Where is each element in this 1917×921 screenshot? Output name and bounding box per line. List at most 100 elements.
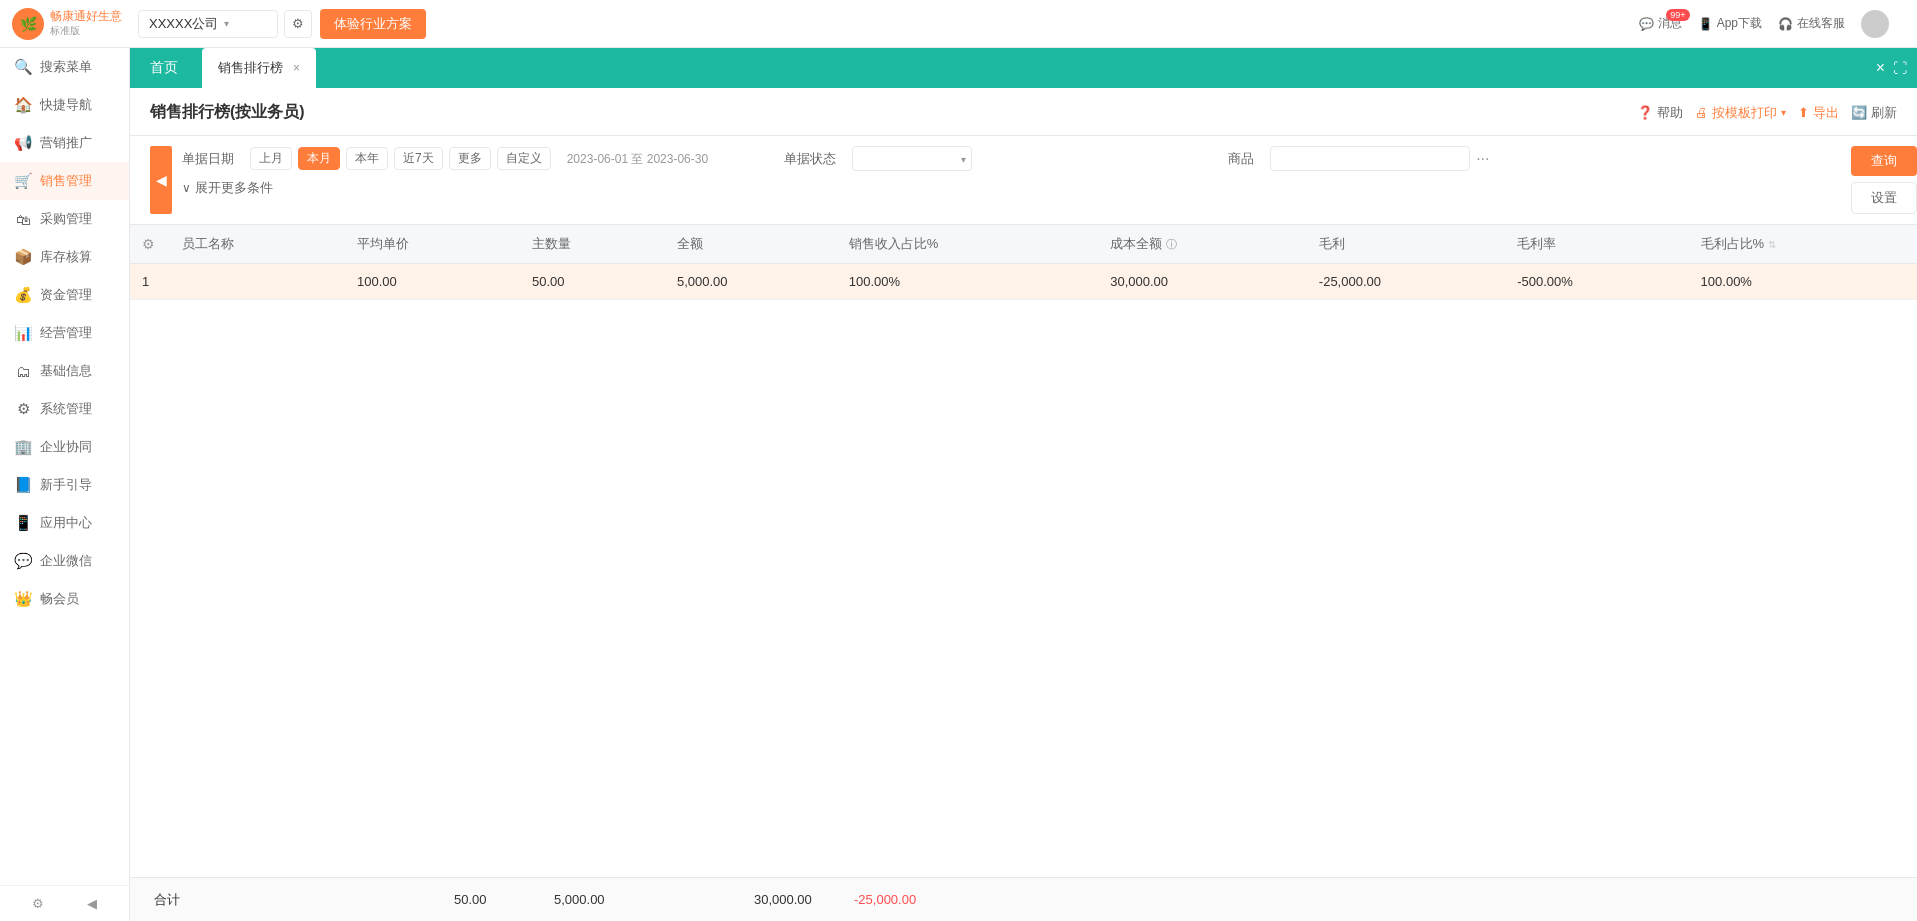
tab-home[interactable]: 首页 [130,48,198,88]
page-title: 销售排行榜(按业务员) [150,102,305,123]
sort-icon[interactable]: ⇅ [1768,239,1776,250]
sidebar-label-enterprise: 企业协同 [40,438,92,456]
table-header-row: ⚙ 员工名称 平均单价 主数量 全额 销售收入占比% 成本全额 ⓘ 毛 [130,225,1917,264]
th-name: 员工名称 [170,225,345,264]
sidebar-item-apps[interactable]: 📱 应用中心 [0,504,129,542]
date-btn-custom[interactable]: 自定义 [497,147,551,170]
guide-icon: 📘 [14,476,32,494]
sidebar-item-inventory[interactable]: 📦 库存核算 [0,238,129,276]
operations-icon: 📊 [14,324,32,342]
logo-sub: 标准版 [50,24,122,38]
goods-filter-area: ··· [1270,146,1489,171]
sidebar-label-inventory: 库存核算 [40,248,92,266]
th-cost: 成本全额 ⓘ [1098,225,1307,264]
tab-close-icon[interactable]: × [293,61,300,75]
tab-label-sales-ranking: 销售排行榜 [218,59,283,77]
status-select[interactable] [852,146,972,171]
th-gross-pct: 毛利占比% ⇅ [1689,225,1917,264]
export-button[interactable]: ⬆ 导出 [1798,104,1839,122]
date-btn-this-month[interactable]: 本月 [298,147,340,170]
finance-icon: 💰 [14,286,32,304]
tab-close-all-button[interactable]: × [1876,59,1885,77]
date-btn-more[interactable]: 更多 [449,147,491,170]
industry-button[interactable]: 体验行业方案 [320,9,426,39]
tab-sales-ranking[interactable]: 销售排行榜 × [202,48,316,88]
sidebar-item-system[interactable]: ⚙ 系统管理 [0,390,129,428]
sidebar-item-quick-nav[interactable]: 🏠 快捷导航 [0,86,129,124]
sidebar-item-purchase[interactable]: 🛍 采购管理 [0,200,129,238]
sidebar-item-guide[interactable]: 📘 新手引导 [0,466,129,504]
cost-info-icon[interactable]: ⓘ [1166,238,1177,250]
sidebar-label-marketing: 营销推广 [40,134,92,152]
logo-text: 畅康通好生意 [50,9,122,25]
top-right-area: 💬 消息 99+ 📱 App下载 🎧 在线客服 [1639,10,1905,38]
settings-icon[interactable]: ⚙ [284,10,312,38]
sidebar-item-wechat[interactable]: 💬 企业微信 [0,542,129,580]
page-header: 销售排行榜(按业务员) ❓ 帮助 🖨 按模板打印 ▾ [130,88,1917,136]
th-gross-rate: 毛利率 [1505,225,1688,264]
expand-filter-label: 展开更多条件 [195,179,273,197]
td-cost: 30,000.00 [1098,264,1307,300]
date-range-display: 2023-06-01 至 2023-06-30 [567,151,708,168]
date-filter-label: 单据日期 [182,150,234,168]
chevron-down-icon: ▾ [224,18,229,29]
print-button[interactable]: 🖨 按模板打印 ▾ [1695,104,1786,122]
sidebar-item-enterprise[interactable]: 🏢 企业协同 [0,428,129,466]
td-gross: -25,000.00 [1307,264,1505,300]
expand-filter-button[interactable]: ∨ 展开更多条件 [182,179,1835,197]
goods-dots-button[interactable]: ··· [1476,150,1489,168]
sidebar-item-sales[interactable]: 🛒 销售管理 [0,162,129,200]
footer-total-row: 合计 50.00 5,000.00 30,000.00 -25,000.00 [142,891,1905,909]
td-qty: 50.00 [520,264,665,300]
company-name: XXXXX公司 [149,15,218,33]
refresh-icon: 🔄 [1851,105,1867,120]
td-sales-pct: 100.00% [837,264,1098,300]
app-download-button[interactable]: 📱 App下载 [1698,15,1762,32]
sidebar-collapse-icon[interactable]: ◀ [87,896,97,911]
date-btn-this-year[interactable]: 本年 [346,147,388,170]
footer-gross: -25,000.00 [842,892,942,907]
filter-section: ◀ 单据日期 上月 本月 本年 近7天 更多 自定义 [130,136,1917,225]
help-button[interactable]: ❓ 帮助 [1637,104,1683,122]
date-btn-7days[interactable]: 近7天 [394,147,443,170]
sidebar-item-search[interactable]: 🔍 搜索菜单 [0,48,129,86]
td-gross-rate: -500.00% [1505,264,1688,300]
query-buttons: 查询 设置 [1851,146,1917,214]
th-amount: 全额 [665,225,837,264]
print-dropdown-icon: ▾ [1781,107,1786,118]
sidebar-settings-icon[interactable]: ⚙ [32,896,44,911]
headset-icon: 🎧 [1778,17,1793,31]
sidebar-item-member[interactable]: 👑 畅会员 [0,580,129,618]
sidebar-item-operations[interactable]: 📊 经营管理 [0,314,129,352]
chat-icon: 💬 [1639,17,1654,31]
avatar[interactable] [1861,10,1889,38]
help-icon: ❓ [1637,105,1653,120]
app-download-label: App下载 [1717,15,1762,32]
td-amount: 5,000.00 [665,264,837,300]
th-gross: 毛利 [1307,225,1505,264]
content-area: 首页 销售排行榜 × × ⛶ 销售排行榜(按业务员) [130,48,1917,921]
status-filter-label: 单据状态 [784,150,836,168]
sidebar-item-basic[interactable]: 🗂 基础信息 [0,352,129,390]
date-btn-last-month[interactable]: 上月 [250,147,292,170]
online-service-button[interactable]: 🎧 在线客服 [1778,15,1845,32]
sidebar-item-marketing[interactable]: 📢 营销推广 [0,124,129,162]
sidebar-item-finance[interactable]: 💰 资金管理 [0,276,129,314]
filter-collapse-button[interactable]: ◀ [150,146,172,214]
tab-expand-button[interactable]: ⛶ [1893,60,1907,76]
home-icon: 🏠 [14,96,32,114]
gear-icon[interactable]: ⚙ [142,236,155,252]
page-main: 销售排行榜(按业务员) ❓ 帮助 🖨 按模板打印 ▾ [130,88,1917,921]
sidebar-label-wechat: 企业微信 [40,552,92,570]
company-selector[interactable]: XXXXX公司 ▾ [138,10,278,38]
td-avg-price: 100.00 [345,264,520,300]
goods-input[interactable] [1270,146,1470,171]
th-rank: ⚙ [130,225,170,264]
th-sales-pct: 销售收入占比% [837,225,1098,264]
query-button[interactable]: 查询 [1851,146,1917,176]
notification-button[interactable]: 💬 消息 99+ [1639,15,1682,32]
enterprise-icon: 🏢 [14,438,32,456]
inventory-icon: 📦 [14,248,32,266]
refresh-button[interactable]: 🔄 刷新 [1851,104,1897,122]
settings-button[interactable]: 设置 [1851,182,1917,214]
